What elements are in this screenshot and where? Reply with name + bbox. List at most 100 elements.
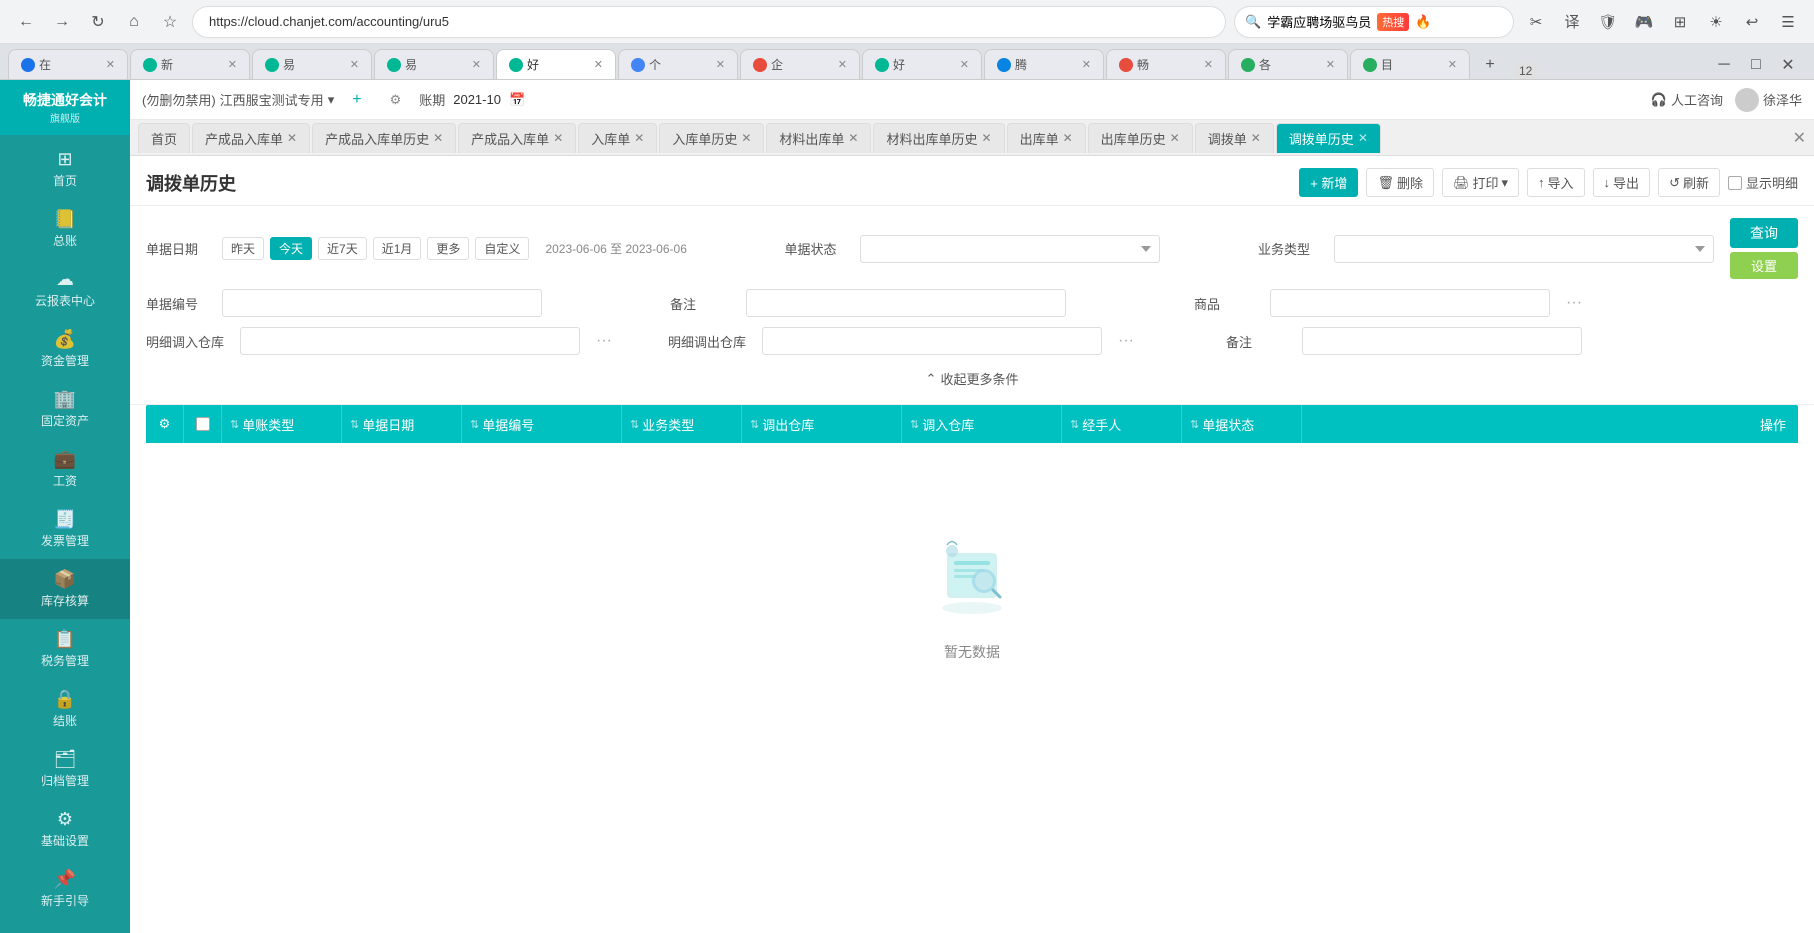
maximize-button[interactable]: □: [1742, 51, 1770, 79]
tab-close-product-in[interactable]: ✕: [287, 131, 297, 145]
detail-out-input[interactable]: [762, 327, 1102, 355]
status-select[interactable]: [860, 235, 1160, 263]
date-btn-yesterday[interactable]: 昨天: [222, 237, 264, 260]
sidebar-item-close-books[interactable]: 🔒 结账: [0, 679, 130, 739]
print-button[interactable]: 🖨 打印 ▾: [1442, 168, 1519, 197]
th-type[interactable]: ⇅ 单账类型: [222, 405, 342, 443]
date-btn-custom[interactable]: 自定义: [475, 237, 529, 260]
sidebar-item-archive[interactable]: 🗂 归档管理: [0, 739, 130, 799]
header-checkbox[interactable]: [196, 417, 210, 431]
collapse-button[interactable]: ⌃ 收起更多条件: [926, 365, 1019, 392]
refresh-button[interactable]: ↻: [84, 8, 112, 36]
tab-material-out[interactable]: 材料出库单 ✕: [766, 123, 871, 153]
browser-tab-7[interactable]: 好 ✕: [862, 49, 982, 79]
browser-tab-4[interactable]: 易 ✕: [374, 49, 494, 79]
new-tab-button[interactable]: +: [1476, 51, 1504, 79]
forward-button[interactable]: →: [48, 8, 76, 36]
sidebar-item-ledger[interactable]: 📒 总账: [0, 199, 130, 259]
detail-out-select-btn[interactable]: ···: [1118, 332, 1134, 350]
tab-in-history[interactable]: 入库单历史 ✕: [659, 123, 764, 153]
sidebar-item-settings[interactable]: ⚙ 基础设置: [0, 799, 130, 859]
number-input[interactable]: [222, 289, 542, 317]
tab-home[interactable]: 首页: [138, 123, 190, 153]
tab-product-in-2[interactable]: 产成品入库单 ✕: [458, 123, 576, 153]
sidebar-item-inventory[interactable]: 📦 库存核算: [0, 559, 130, 619]
tab-close-transfer[interactable]: ✕: [1251, 131, 1261, 145]
remark-input[interactable]: [746, 289, 1066, 317]
query-button[interactable]: 查询: [1730, 218, 1798, 248]
tab-close-material-out[interactable]: ✕: [848, 131, 858, 145]
tab-bar-close[interactable]: ✕: [1793, 128, 1814, 148]
calendar-icon[interactable]: 📅: [509, 92, 525, 108]
th-in-warehouse[interactable]: ⇅ 调入仓库: [902, 405, 1062, 443]
browser-tab-3[interactable]: 易 ✕: [252, 49, 372, 79]
browser-tab-active[interactable]: 好 ✕: [496, 49, 616, 79]
goods-select-btn[interactable]: ···: [1566, 294, 1582, 312]
export-button[interactable]: ↓ 导出: [1593, 168, 1651, 197]
browser-tab-9[interactable]: 畅 ✕: [1106, 49, 1226, 79]
sidebar-item-member[interactable]: ✓ 畅会员: [0, 919, 130, 933]
add-company-button[interactable]: +: [342, 87, 371, 113]
browser-tab-8[interactable]: 腾 ✕: [984, 49, 1104, 79]
date-btn-more[interactable]: 更多: [427, 237, 469, 260]
tab-close-in-history[interactable]: ✕: [741, 131, 751, 145]
tab-material-out-history[interactable]: 材料出库单历史 ✕: [873, 123, 1004, 153]
tab-close-transfer-history[interactable]: ✕: [1358, 131, 1368, 145]
refresh-button-main[interactable]: ↺ 刷新: [1658, 168, 1720, 197]
tab-close-material-out-history[interactable]: ✕: [982, 131, 992, 145]
detail-remark-input[interactable]: [1302, 327, 1582, 355]
close-window-button[interactable]: ✕: [1774, 51, 1802, 79]
th-date[interactable]: ⇅ 单据日期: [342, 405, 462, 443]
sidebar-item-cloud-report[interactable]: ☁ 云报表中心: [0, 259, 130, 319]
browser-tab-6[interactable]: 企 ✕: [740, 49, 860, 79]
date-btn-7days[interactable]: 近7天: [318, 237, 367, 260]
back-button[interactable]: ←: [12, 8, 40, 36]
browser-tab-2[interactable]: 新 ✕: [130, 49, 250, 79]
game-icon[interactable]: 🎮: [1630, 8, 1658, 36]
sidebar-item-fund[interactable]: 💰 资金管理: [0, 319, 130, 379]
th-gear[interactable]: ⚙: [146, 405, 184, 443]
brightness-icon[interactable]: ☀: [1702, 8, 1730, 36]
browser-tab-5[interactable]: 个 ✕: [618, 49, 738, 79]
tab-close-product-in-history[interactable]: ✕: [433, 131, 443, 145]
biz-type-select[interactable]: [1334, 235, 1714, 263]
tab-close-product-in-2[interactable]: ✕: [553, 131, 563, 145]
grid-icon[interactable]: ⊞: [1666, 8, 1694, 36]
detail-in-select-btn[interactable]: ···: [596, 332, 612, 350]
th-out-warehouse[interactable]: ⇅ 调出仓库: [742, 405, 902, 443]
shield-icon[interactable]: 🛡: [1594, 8, 1622, 36]
minimize-button[interactable]: ─: [1710, 51, 1738, 79]
goods-input[interactable]: [1270, 289, 1550, 317]
sidebar-item-fixed-assets[interactable]: 🏢 固定资产: [0, 379, 130, 439]
tab-close-out-order[interactable]: ✕: [1063, 131, 1073, 145]
th-check[interactable]: [184, 405, 222, 443]
detail-in-input[interactable]: [240, 327, 580, 355]
tab-out-order[interactable]: 出库单 ✕: [1007, 123, 1086, 153]
browser-tab-10[interactable]: 各 ✕: [1228, 49, 1348, 79]
browser-tab-11[interactable]: 目 ✕: [1350, 49, 1470, 79]
tab-close-in-order[interactable]: ✕: [634, 131, 644, 145]
tab-product-in-history[interactable]: 产成品入库单历史 ✕: [312, 123, 456, 153]
sidebar-item-guide[interactable]: 📌 新手引导: [0, 859, 130, 919]
display-toggle[interactable]: 显示明细: [1728, 173, 1798, 192]
menu-icon[interactable]: ☰: [1774, 8, 1802, 36]
translate-icon[interactable]: 译: [1558, 8, 1586, 36]
browser-tab-1[interactable]: 在 ✕: [8, 49, 128, 79]
th-number[interactable]: ⇅ 单据编号: [462, 405, 622, 443]
tab-transfer[interactable]: 调拨单 ✕: [1195, 123, 1274, 153]
new-button[interactable]: + 新增: [1299, 168, 1358, 197]
filter-settings-button[interactable]: 设置: [1730, 252, 1798, 279]
company-selector[interactable]: (勿删勿禁用) 江西服宝测试专用 ▾: [142, 90, 334, 109]
th-biz-type[interactable]: ⇅ 业务类型: [622, 405, 742, 443]
service-button[interactable]: 🎧 人工咨询: [1651, 90, 1723, 109]
address-input[interactable]: [192, 6, 1226, 38]
tab-close-out-history[interactable]: ✕: [1170, 131, 1180, 145]
th-handler[interactable]: ⇅ 经手人: [1062, 405, 1182, 443]
sidebar-item-tax[interactable]: 📋 税务管理: [0, 619, 130, 679]
star-button[interactable]: ☆: [156, 8, 184, 36]
tab-out-history[interactable]: 出库单历史 ✕: [1088, 123, 1193, 153]
tab-product-in[interactable]: 产成品入库单 ✕: [192, 123, 310, 153]
tab-in-order[interactable]: 入库单 ✕: [578, 123, 657, 153]
date-btn-today[interactable]: 今天: [270, 237, 312, 260]
delete-button[interactable]: 🗑 删除: [1366, 168, 1434, 197]
